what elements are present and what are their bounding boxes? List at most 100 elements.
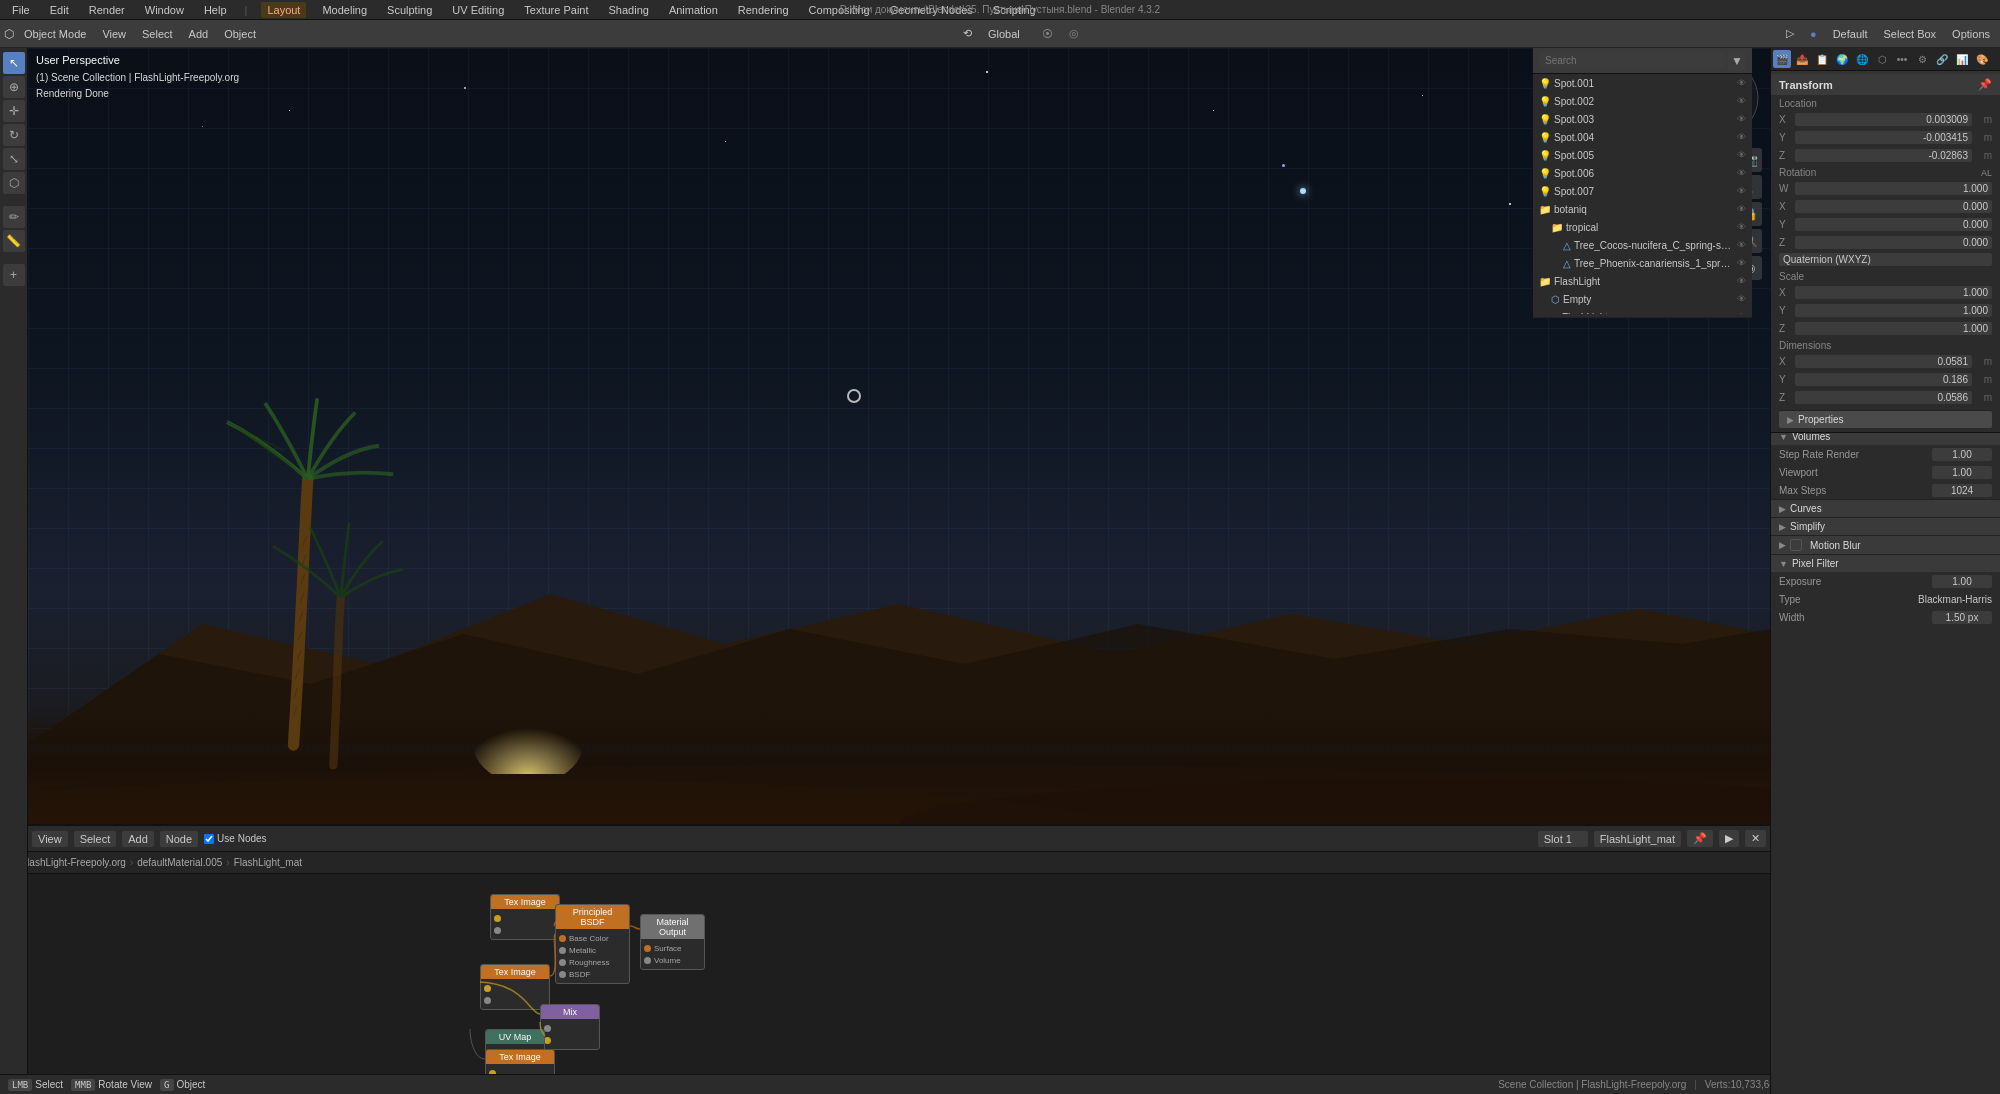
motion-blur-checkbox[interactable] <box>1790 539 1802 551</box>
header-add[interactable]: Add <box>183 26 215 42</box>
quaternion-select[interactable]: Quaternion (WXYZ) <box>1779 253 1992 266</box>
tool-select[interactable]: ↖ <box>3 52 25 74</box>
render-tab[interactable]: 🎬 <box>1773 50 1791 68</box>
loc-z-input[interactable] <box>1795 149 1972 162</box>
outliner-item[interactable]: ⬡ Empty 👁 <box>1533 290 1752 308</box>
breadcrumb-1[interactable]: FlashLight-Freepoly.org <box>21 857 126 868</box>
properties-toggle[interactable]: ▶ Properties <box>1779 410 1992 428</box>
dim-y-input[interactable] <box>1795 373 1972 386</box>
outliner-item[interactable]: 💡 Spot.006 👁 <box>1533 164 1752 182</box>
loc-y-input[interactable] <box>1795 131 1972 144</box>
tool-scale[interactable]: ⤡ <box>3 148 25 170</box>
output-tab[interactable]: 📤 <box>1793 50 1811 68</box>
rot-x-input[interactable] <box>1795 200 1992 213</box>
header-view[interactable]: View <box>96 26 132 42</box>
menu-animation[interactable]: Animation <box>665 2 722 18</box>
node-tex-image-2[interactable]: Tex Image <box>480 964 550 1010</box>
node-principled[interactable]: Principled BSDF Base Color Metallic Roug… <box>555 904 630 984</box>
menu-uv[interactable]: UV Editing <box>448 2 508 18</box>
loc-x-input[interactable] <box>1795 113 1972 126</box>
scene-tab[interactable]: 🌍 <box>1833 50 1851 68</box>
node-mix[interactable]: Mix <box>540 1004 600 1050</box>
view-layer-tab[interactable]: 📋 <box>1813 50 1831 68</box>
menu-shading[interactable]: Shading <box>605 2 653 18</box>
menu-sculpting[interactable]: Sculpting <box>383 2 436 18</box>
3d-viewport[interactable]: User Perspective (1) Scene Collection | … <box>28 48 1770 824</box>
step-rate-render-value[interactable]: 1.00 <box>1932 448 1992 461</box>
scale-x-input[interactable] <box>1795 286 1992 299</box>
menu-window[interactable]: Window <box>141 2 188 18</box>
outliner-item[interactable]: 💡 Spot.007 👁 <box>1533 182 1752 200</box>
scale-z-input[interactable] <box>1795 322 1992 335</box>
transform-gizmo[interactable]: ⟲ <box>957 25 978 42</box>
node-output[interactable]: Material Output Surface Volume <box>640 914 705 970</box>
tool-annotate[interactable]: ✏ <box>3 206 25 228</box>
menu-modeling[interactable]: Modeling <box>318 2 371 18</box>
tool-move[interactable]: ✛ <box>3 100 25 122</box>
node-select[interactable]: Select <box>74 831 117 847</box>
outliner-item[interactable]: △ FlashLight 👁 <box>1533 308 1752 314</box>
data-tab[interactable]: 📊 <box>1953 50 1971 68</box>
menu-layout[interactable]: Layout <box>261 2 306 18</box>
node-play[interactable]: ▶ <box>1719 830 1739 847</box>
outliner-item[interactable]: 💡 Spot.005 👁 <box>1533 146 1752 164</box>
width-value[interactable]: 1.50 px <box>1932 611 1992 624</box>
snap-toggle[interactable]: ⦿ <box>1036 26 1059 42</box>
outliner-item[interactable]: 💡 Spot.004 👁 <box>1533 128 1752 146</box>
rot-y-input[interactable] <box>1795 218 1992 231</box>
outliner-item[interactable]: △ Tree_Cocos-nucifera_C_spring-summer 👁 <box>1533 236 1752 254</box>
max-steps-value[interactable]: 1024 <box>1932 484 1992 497</box>
viewport-shading[interactable]: ● <box>1804 26 1823 42</box>
orientation-selector[interactable]: Global <box>982 26 1032 42</box>
breadcrumb-3[interactable]: FlashLight_mat <box>234 857 302 868</box>
rot-w-input[interactable] <box>1795 182 1992 195</box>
node-tex-image-3[interactable]: Tex Image <box>485 1049 555 1074</box>
filter-icon[interactable]: ▼ <box>1728 52 1746 70</box>
material-selector[interactable]: FlashLight_mat <box>1594 831 1681 847</box>
dim-x-input[interactable] <box>1795 355 1972 368</box>
outliner-item[interactable]: 📁 tropical 👁 <box>1533 218 1752 236</box>
tool-rotate[interactable]: ↻ <box>3 124 25 146</box>
tool-measure[interactable]: 📏 <box>3 230 25 252</box>
outliner-item[interactable]: 📁 botaniq 👁 <box>1533 200 1752 218</box>
tool-transform[interactable]: ⬡ <box>3 172 25 194</box>
menu-file[interactable]: File <box>8 2 34 18</box>
world-tab[interactable]: 🌐 <box>1853 50 1871 68</box>
step-rate-viewport-value[interactable]: 1.00 <box>1932 466 1992 479</box>
header-select[interactable]: Select <box>136 26 179 42</box>
node-pin[interactable]: 📌 <box>1687 830 1713 847</box>
rot-z-input[interactable] <box>1795 236 1992 249</box>
render-preview[interactable]: ▷ <box>1780 25 1800 42</box>
mode-selector[interactable]: Object Mode <box>18 26 92 42</box>
curves-section-header[interactable]: ▶ Curves <box>1771 499 2000 517</box>
motion-blur-section-header[interactable]: ▶ Motion Blur <box>1771 535 2000 554</box>
node-tex-image-1[interactable]: Tex Image <box>490 894 560 940</box>
tool-add[interactable]: + <box>3 264 25 286</box>
slot-selector[interactable]: Slot 1 <box>1538 831 1588 847</box>
transform-pin[interactable]: 📌 <box>1978 78 1992 91</box>
constraints-tab[interactable]: 🔗 <box>1933 50 1951 68</box>
options-btn[interactable]: Options <box>1946 26 1996 42</box>
proportional-edit[interactable]: ◎ <box>1063 25 1085 42</box>
material-tab[interactable]: 🎨 <box>1973 50 1991 68</box>
outliner-item[interactable]: 💡 Spot.003 👁 <box>1533 110 1752 128</box>
breadcrumb-2[interactable]: defaultMaterial.005 <box>137 857 222 868</box>
outliner-item[interactable]: 💡 Spot.002 👁 <box>1533 92 1752 110</box>
outliner-item[interactable]: 💡 Spot.001 👁 <box>1533 74 1752 92</box>
physics-tab[interactable]: ⚙ <box>1913 50 1931 68</box>
menu-edit[interactable]: Edit <box>46 2 73 18</box>
header-object[interactable]: Object <box>218 26 262 42</box>
outliner-item[interactable]: 📁 FlashLight 👁 <box>1533 272 1752 290</box>
node-canvas[interactable]: Tex Image Tex Image Principled BSDF Base… <box>0 874 1770 1074</box>
tool-cursor[interactable]: ⊕ <box>3 76 25 98</box>
particles-tab[interactable]: ••• <box>1893 50 1911 68</box>
exposure-value[interactable]: 1.00 <box>1932 575 1992 588</box>
node-view[interactable]: View <box>32 831 68 847</box>
use-nodes-toggle[interactable] <box>204 834 214 844</box>
object-tab[interactable]: ⬡ <box>1873 50 1891 68</box>
dim-z-input[interactable] <box>1795 391 1972 404</box>
menu-help[interactable]: Help <box>200 2 231 18</box>
menu-texture[interactable]: Texture Paint <box>520 2 592 18</box>
scale-y-input[interactable] <box>1795 304 1992 317</box>
menu-render[interactable]: Render <box>85 2 129 18</box>
